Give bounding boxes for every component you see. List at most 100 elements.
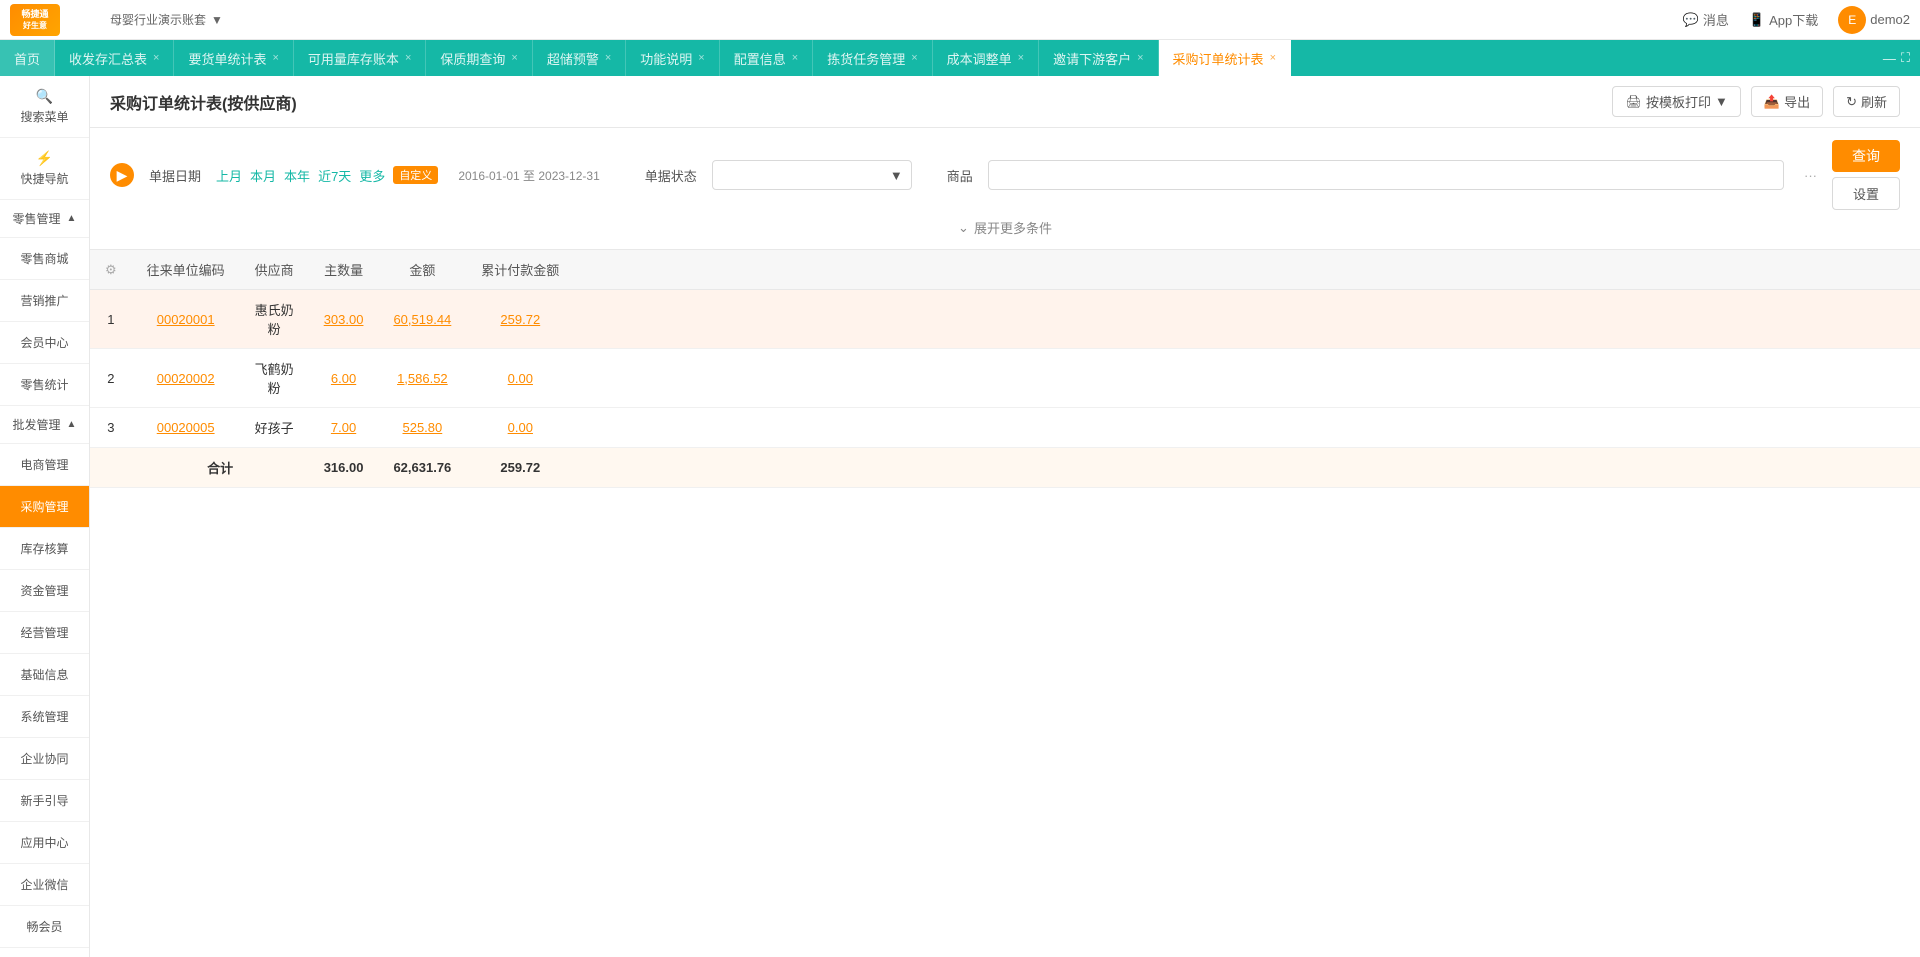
sidebar-item-operations[interactable]: 经营管理	[0, 612, 89, 654]
table-row: 2 00020002 飞鹤奶粉 6.00 1,586.52 0.00	[90, 349, 1920, 408]
query-btn[interactable]: 查询	[1832, 140, 1900, 172]
paid-link[interactable]: 0.00	[508, 371, 533, 386]
tab-overstock[interactable]: 超储预警 ×	[533, 40, 626, 76]
code-link[interactable]: 00020005	[157, 420, 215, 435]
sidebar-item-retail-mgmt[interactable]: 零售管理 ▲	[0, 200, 89, 238]
code-link[interactable]: 00020001	[157, 312, 215, 327]
goods-filter-input[interactable]	[988, 160, 1784, 190]
sidebar-item-system[interactable]: 系统管理	[0, 696, 89, 738]
close-icon[interactable]: ×	[605, 52, 611, 64]
close-icon[interactable]: ×	[511, 52, 517, 64]
tab-receivable[interactable]: 收发存汇总表 ×	[55, 40, 174, 76]
col-paid: 累计付款金额	[466, 250, 574, 290]
sidebar-item-newbie[interactable]: 新手引导	[0, 780, 89, 822]
tab-invite[interactable]: 邀请下游客户 ×	[1039, 40, 1158, 76]
shortcut-7days[interactable]: 近7天	[318, 166, 351, 185]
tab-purchase-stat[interactable]: 采购订单统计表 ×	[1159, 40, 1291, 76]
sidebar-item-search[interactable]: 🔍 搜索菜单	[0, 76, 89, 138]
tab-inventory[interactable]: 可用量库存账本 ×	[294, 40, 426, 76]
workspace-selector[interactable]: 母婴行业演示账套 ▼	[110, 11, 1683, 28]
sidebar-item-ecommerce[interactable]: 电商管理	[0, 444, 89, 486]
tab-function-label: 功能说明	[640, 49, 692, 68]
close-icon[interactable]: ×	[153, 52, 159, 64]
tab-home[interactable]: 首页	[0, 40, 55, 76]
sidebar-item-finance[interactable]: 资金管理	[0, 570, 89, 612]
sidebar-item-retail-shop[interactable]: 零售商城	[0, 238, 89, 280]
sidebar-item-quicknav[interactable]: ⚡ 快捷导航	[0, 138, 89, 200]
sidebar-system-label: 系统管理	[20, 708, 68, 725]
checkbox-header[interactable]: ⚙	[90, 250, 132, 290]
sidebar-item-retail-stat[interactable]: 零售统计	[0, 364, 89, 406]
page-header: 采购订单统计表(按供应商) 🖨 按模板打印 ▼ 📤 导出 ↻ 刷新	[90, 76, 1920, 128]
status-select[interactable]: ▼	[712, 160, 912, 190]
user-area[interactable]: E demo2	[1838, 6, 1910, 34]
column-settings-icon[interactable]: ⚙	[105, 262, 117, 277]
quantity-link[interactable]: 7.00	[331, 420, 356, 435]
shortcut-this-year[interactable]: 本年	[284, 166, 310, 185]
page-title: 采购订单统计表(按供应商)	[110, 90, 297, 114]
settings-btn[interactable]: 设置	[1832, 177, 1900, 210]
sidebar-newbie-label: 新手引导	[20, 792, 68, 809]
row-supplier: 好孩子	[240, 408, 309, 448]
close-icon[interactable]: ×	[405, 52, 411, 64]
tab-function[interactable]: 功能说明 ×	[626, 40, 719, 76]
workspace-arrow: ▼	[211, 13, 223, 27]
quantity-link[interactable]: 6.00	[331, 371, 356, 386]
col-code: 往来单位编码	[132, 250, 240, 290]
close-icon[interactable]: ×	[1137, 52, 1143, 64]
shortcut-last-month[interactable]: 上月	[216, 166, 242, 185]
sidebar-purchase-label: 采购管理	[20, 498, 68, 515]
sidebar-retail-shop-label: 零售商城	[20, 250, 68, 267]
tab-expiry[interactable]: 保质期查询 ×	[426, 40, 532, 76]
sidebar-inventory-label: 库存核算	[20, 540, 68, 557]
paid-link[interactable]: 259.72	[500, 312, 540, 327]
tab-inventory-label: 可用量库存账本	[308, 49, 399, 68]
refresh-icon: ↻	[1846, 94, 1857, 110]
sidebar-item-member[interactable]: 会员中心	[0, 322, 89, 364]
nav-tabs: 首页 收发存汇总表 × 要货单统计表 × 可用量库存账本 × 保质期查询 × 超…	[0, 40, 1920, 76]
close-icon[interactable]: ×	[1270, 52, 1276, 64]
sidebar-item-enterprise[interactable]: 企业协同	[0, 738, 89, 780]
amount-link[interactable]: 60,519.44	[393, 312, 451, 327]
tab-cost[interactable]: 成本调整单 ×	[933, 40, 1039, 76]
export-btn[interactable]: 📤 导出	[1751, 86, 1823, 117]
logo-area: 畅捷通好生意	[10, 4, 100, 36]
sidebar-item-member2[interactable]: 畅会员	[0, 906, 89, 948]
close-icon[interactable]: ×	[1018, 52, 1024, 64]
tab-controls: — ⛶	[1873, 50, 1920, 66]
quantity-link[interactable]: 303.00	[324, 312, 364, 327]
minimize-icon[interactable]: —	[1883, 51, 1896, 66]
expand-conditions-btn[interactable]: ⌄ 展开更多条件	[958, 218, 1052, 237]
close-icon[interactable]: ×	[272, 52, 278, 64]
sidebar-item-appcenter[interactable]: 应用中心	[0, 822, 89, 864]
sidebar-item-purchase[interactable]: 采购管理	[0, 486, 89, 528]
sidebar-item-wholesale[interactable]: 批发管理 ▲	[0, 406, 89, 444]
amount-link[interactable]: 1,586.52	[397, 371, 448, 386]
paid-link[interactable]: 0.00	[508, 420, 533, 435]
refresh-btn[interactable]: ↻ 刷新	[1833, 86, 1900, 117]
ellipsis-icon[interactable]: ···	[1804, 168, 1817, 183]
sidebar-item-inventory[interactable]: 库存核算	[0, 528, 89, 570]
row-paid: 0.00	[466, 408, 574, 448]
shortcut-this-month[interactable]: 本月	[250, 166, 276, 185]
sidebar-item-basic[interactable]: 基础信息	[0, 654, 89, 696]
shortcut-more[interactable]: 更多	[359, 166, 385, 185]
code-link[interactable]: 00020002	[157, 371, 215, 386]
close-icon[interactable]: ×	[911, 52, 917, 64]
message-btn[interactable]: 💬 消息	[1683, 10, 1729, 29]
footer-label: 合计	[132, 448, 309, 488]
app-download-btn[interactable]: 📱 App下载	[1749, 10, 1818, 29]
amount-link[interactable]: 525.80	[402, 420, 442, 435]
tab-order-stat[interactable]: 要货单统计表 ×	[174, 40, 293, 76]
close-icon[interactable]: ×	[792, 52, 798, 64]
filter-collapse-btn[interactable]: ▶	[110, 163, 134, 187]
maximize-icon[interactable]: ⛶	[1901, 50, 1910, 66]
col-quantity: 主数量	[309, 250, 379, 290]
tab-picking[interactable]: 拣货任务管理 ×	[813, 40, 932, 76]
sidebar-item-marketing[interactable]: 营销推广	[0, 280, 89, 322]
template-print-btn[interactable]: 🖨 按模板打印 ▼	[1612, 86, 1740, 117]
tab-picking-label: 拣货任务管理	[827, 49, 905, 68]
sidebar-item-wechat[interactable]: 企业微信	[0, 864, 89, 906]
tab-config[interactable]: 配置信息 ×	[720, 40, 813, 76]
close-icon[interactable]: ×	[698, 52, 704, 64]
